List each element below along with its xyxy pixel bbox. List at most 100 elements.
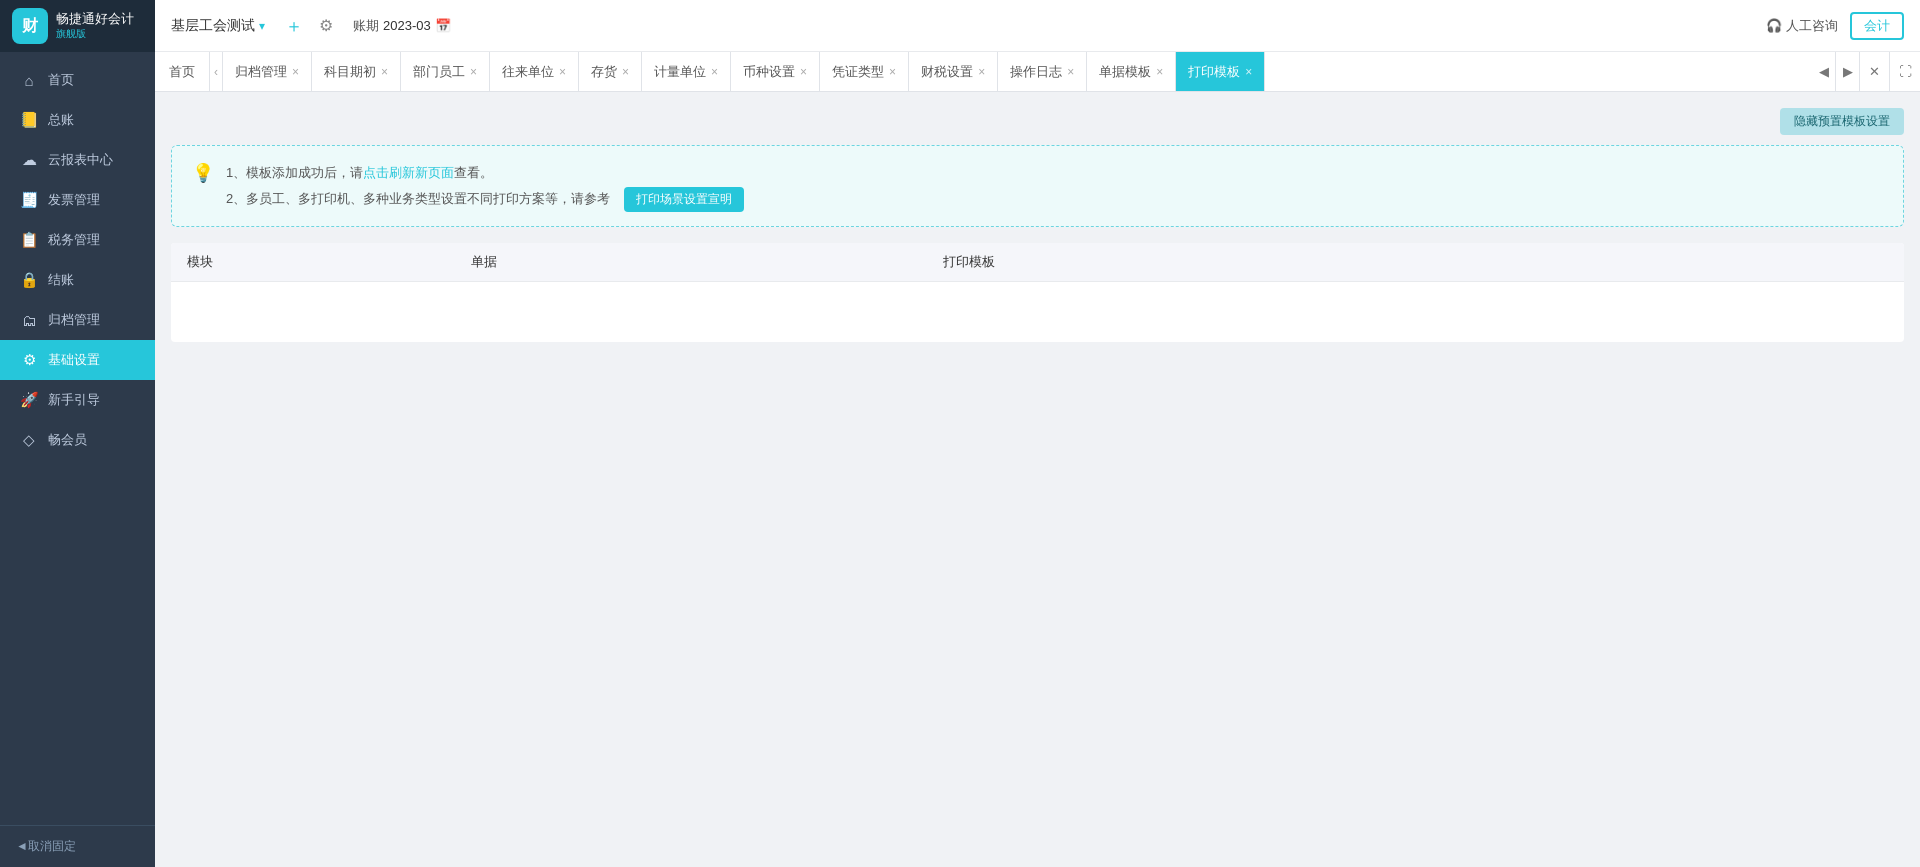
sidebar-item-member[interactable]: ◇ 畅会员 — [0, 420, 155, 460]
tab-部门员工[interactable]: 部门员工 × — [401, 52, 490, 92]
nav-label-reports: 云报表中心 — [48, 151, 113, 169]
tab-label: 币种设置 — [743, 63, 795, 81]
hide-preview-button[interactable]: 隐藏预置模板设置 — [1780, 108, 1904, 135]
company-dropdown-icon: ▾ — [259, 19, 265, 33]
tab-label: 往来单位 — [502, 63, 554, 81]
nav-icon-tax: 📋 — [20, 231, 38, 249]
sidebar-item-reports[interactable]: ☁ 云报表中心 — [0, 140, 155, 180]
tab-bar: 首页 ‹ 归档管理×科目期初×部门员工×往来单位×存货×计量单位×币种设置×凭证… — [155, 52, 1920, 92]
sidebar-item-ledger[interactable]: 📒总账 — [0, 100, 155, 140]
tab-close-icon[interactable]: × — [1067, 65, 1074, 79]
tab-scroll-right-button[interactable]: ▶ — [1836, 52, 1860, 92]
tab-close-all-button[interactable]: ✕ — [1860, 52, 1890, 92]
tab-close-icon[interactable]: × — [622, 65, 629, 79]
tab-存货[interactable]: 存货 × — [579, 52, 642, 92]
tab-财税设置[interactable]: 财税设置 × — [909, 52, 998, 92]
tab-scroll-left-button[interactable]: ◀ — [1812, 52, 1836, 92]
nav-icon-close: 🔒 — [20, 271, 38, 289]
tab-close-icon[interactable]: × — [381, 65, 388, 79]
col-module-header: 模块 — [187, 253, 471, 271]
table-body — [171, 282, 1904, 342]
tab-计量单位[interactable]: 计量单位 × — [642, 52, 731, 92]
nav-label-tax: 税务管理 — [48, 231, 100, 249]
tab-单据模板[interactable]: 单据模板 × — [1087, 52, 1176, 92]
tab-close-icon[interactable]: × — [889, 65, 896, 79]
tab-close-icon[interactable]: × — [711, 65, 718, 79]
tab-币种设置[interactable]: 币种设置 × — [731, 52, 820, 92]
calendar-icon[interactable]: 📅 — [435, 18, 451, 33]
tab-打印模板[interactable]: 打印模板 × — [1176, 52, 1265, 92]
nav-label-member: 畅会员 — [48, 431, 87, 449]
tab-close-icon[interactable]: × — [800, 65, 807, 79]
top-bar-right: 🎧 人工咨询 会计 — [1766, 12, 1904, 40]
tab-操作日志[interactable]: 操作日志× — [998, 52, 1087, 92]
nav-icon-reports: ☁ — [20, 151, 38, 169]
company-selector[interactable]: 基层工会测试 ▾ — [171, 17, 265, 35]
tab-label: 打印模板 — [1188, 63, 1240, 81]
sidebar-item-guide[interactable]: 🚀新手引导 — [0, 380, 155, 420]
tab-label: 部门员工 — [413, 63, 465, 81]
unpin-button[interactable]: ◄取消固定 — [0, 825, 155, 867]
period-value: 2023-03 — [383, 18, 431, 33]
sidebar-item-settings[interactable]: ⚙基础设置 — [0, 340, 155, 380]
customer-service-label: 人工咨询 — [1786, 17, 1838, 35]
add-tab-button[interactable]: ＋ — [285, 14, 303, 38]
info-line1: 1、模板添加成功后，请点击刷新新页面查看。 — [226, 160, 744, 186]
lightbulb-icon: 💡 — [192, 162, 214, 184]
info-line2-text: 2、多员工、多打印机、多种业务类型设置不同打印方案等，请参考 — [226, 191, 610, 206]
info-line1-before: 1、模板添加成功后，请 — [226, 165, 363, 180]
sidebar: 财 畅捷通好会计 旗舰版 ⌂首页📒总账☁云报表中心🧾发票管理📋税务管理🔒结账🗂归… — [0, 0, 155, 867]
sidebar-item-home[interactable]: ⌂首页 — [0, 60, 155, 100]
info-text: 1、模板添加成功后，请点击刷新新页面查看。 2、多员工、多打印机、多种业务类型设… — [226, 160, 744, 212]
tab-close-icon[interactable]: × — [470, 65, 477, 79]
account-button[interactable]: 会计 — [1850, 12, 1904, 40]
content-area: 隐藏预置模板设置 💡 1、模板添加成功后，请点击刷新新页面查看。 2、多员工、多… — [155, 92, 1920, 867]
tab-close-icon[interactable]: × — [292, 65, 299, 79]
tab-close-icon[interactable]: × — [1245, 65, 1252, 79]
tab-bar-right: ◀ ▶ ✕ ⛶ — [1812, 52, 1920, 92]
tab-往来单位[interactable]: 往来单位 × — [490, 52, 579, 92]
top-bar: 基层工会测试 ▾ ＋ ⚙ 账期 2023-03 📅 🎧 人工咨询 会计 — [155, 0, 1920, 52]
tab-归档管理[interactable]: 归档管理× — [223, 52, 312, 92]
tab-label: 计量单位 — [654, 63, 706, 81]
tab-close-icon[interactable]: × — [1156, 65, 1163, 79]
tab-label: 单据模板 — [1099, 63, 1151, 81]
col-document-header: 单据 — [471, 253, 944, 271]
nav-icon-member: ◇ — [20, 431, 38, 449]
nav-icon-home: ⌂ — [20, 72, 38, 89]
sidebar-item-close[interactable]: 🔒 结账 — [0, 260, 155, 300]
tab-label: 存货 — [591, 63, 617, 81]
tab-close-icon[interactable]: × — [559, 65, 566, 79]
sidebar-item-tax[interactable]: 📋 税务管理 — [0, 220, 155, 260]
tab-label: 科目期初 — [324, 63, 376, 81]
tab-close-icon[interactable]: × — [978, 65, 985, 79]
tab-label: 财税设置 — [921, 63, 973, 81]
col-template-header: 打印模板 — [943, 253, 1888, 271]
sidebar-item-invoice[interactable]: 🧾发票管理 — [0, 180, 155, 220]
headset-icon: 🎧 — [1766, 18, 1782, 33]
nav-label-settings: 基础设置 — [48, 351, 100, 369]
tab-label: 凭证类型 — [832, 63, 884, 81]
customer-service-button[interactable]: 🎧 人工咨询 — [1766, 17, 1838, 35]
sidebar-item-archive[interactable]: 🗂归档管理 — [0, 300, 155, 340]
info-refresh-link[interactable]: 点击刷新新页面 — [363, 165, 454, 180]
period-label: 账期 — [353, 17, 379, 35]
info-line2: 2、多员工、多打印机、多种业务类型设置不同打印方案等，请参考 打印场景设置宣明 — [226, 186, 744, 212]
tab-fullscreen-button[interactable]: ⛶ — [1890, 52, 1920, 92]
main-area: 基层工会测试 ▾ ＋ ⚙ 账期 2023-03 📅 🎧 人工咨询 会计 首页 ‹… — [155, 0, 1920, 867]
nav-label-guide: 新手引导 — [48, 391, 100, 409]
print-scene-button[interactable]: 打印场景设置宣明 — [624, 187, 744, 212]
tab-科目期初[interactable]: 科目期初 × — [312, 52, 401, 92]
tab-prev-icon[interactable]: ‹ — [210, 52, 223, 92]
hide-preview-section: 隐藏预置模板设置 — [171, 108, 1904, 135]
nav-icon-ledger: 📒 — [20, 111, 38, 129]
settings-icon[interactable]: ⚙ — [319, 16, 333, 35]
company-name: 基层工会测试 — [171, 17, 255, 35]
tab-home[interactable]: 首页 — [155, 52, 210, 92]
table-header: 模块 单据 打印模板 — [171, 243, 1904, 282]
nav-label-close: 结账 — [48, 271, 74, 289]
nav-icon-invoice: 🧾 — [20, 191, 38, 209]
tab-home-label: 首页 — [169, 63, 195, 81]
info-line1-after: 查看。 — [454, 165, 493, 180]
tab-凭证类型[interactable]: 凭证类型 × — [820, 52, 909, 92]
